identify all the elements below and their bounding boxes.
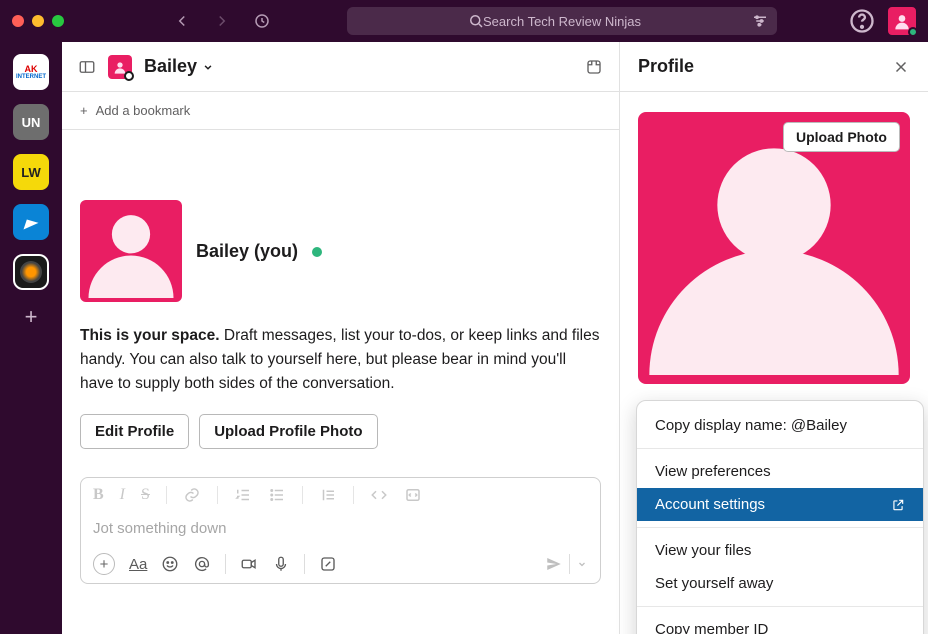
external-link-icon — [891, 498, 905, 512]
bookmarks-bar[interactable]: + Add a bookmark — [62, 92, 619, 130]
menu-account-settings[interactable]: Account settings — [637, 488, 923, 521]
upload-photo-button[interactable]: Upload Photo — [783, 122, 900, 152]
mic-icon[interactable] — [272, 555, 290, 573]
blockquote-icon[interactable] — [319, 486, 337, 504]
menu-set-away[interactable]: Set yourself away — [637, 567, 923, 600]
format-toggle-icon[interactable]: Aa — [129, 556, 147, 573]
profile-photo: Upload Photo — [638, 112, 910, 384]
help-button[interactable] — [848, 7, 876, 35]
status-active-icon — [312, 247, 322, 257]
titlebar: Search Tech Review Ninjas — [0, 0, 928, 42]
profile-pane: Profile Upload Photo Copy display name: … — [620, 42, 928, 634]
strike-icon[interactable]: S — [141, 486, 150, 504]
italic-icon[interactable]: I — [120, 486, 125, 504]
workspace-item-1[interactable]: AKINTERNET — [13, 54, 49, 90]
workspace-rail: AKINTERNET UN LW + — [0, 42, 62, 634]
attach-button[interactable]: + — [93, 553, 115, 575]
message-composer: B I S — [80, 477, 601, 584]
menu-view-files[interactable]: View your files — [637, 534, 923, 567]
search-input[interactable]: Search Tech Review Ninjas — [347, 7, 777, 35]
add-bookmark-label: Add a bookmark — [96, 103, 191, 118]
workspace-item-5-active[interactable] — [13, 254, 49, 290]
history-button[interactable] — [248, 7, 276, 35]
filter-icon[interactable] — [751, 12, 769, 30]
code-icon[interactable] — [370, 486, 388, 504]
upload-profile-photo-button[interactable]: Upload Profile Photo — [199, 414, 377, 449]
workspace-item-3[interactable]: LW — [13, 154, 49, 190]
menu-copy-display-name[interactable]: Copy display name: @Bailey — [637, 409, 923, 442]
plus-icon: + — [80, 103, 88, 118]
history-forward-button[interactable] — [208, 7, 236, 35]
workspace-item-4[interactable] — [13, 204, 49, 240]
user-avatar[interactable] — [888, 7, 916, 35]
channel-name-label: Bailey — [144, 56, 197, 77]
add-workspace-button[interactable]: + — [25, 304, 38, 330]
chat-pane: Bailey + Add a bookmark — [62, 42, 620, 634]
profile-title: Profile — [638, 56, 694, 77]
minimize-window-button[interactable] — [32, 15, 44, 27]
send-options-chevron-icon[interactable] — [576, 558, 588, 570]
canvas-icon[interactable] — [585, 58, 603, 76]
profile-context-menu: Copy display name: @Bailey View preferen… — [636, 400, 924, 634]
self-name-label: Bailey (you) — [196, 241, 298, 261]
chevron-down-icon — [201, 60, 215, 74]
dm-avatar-icon — [108, 55, 132, 79]
send-icon[interactable] — [545, 555, 563, 573]
codeblock-icon[interactable] — [404, 486, 422, 504]
edit-profile-button[interactable]: Edit Profile — [80, 414, 189, 449]
self-large-avatar — [80, 200, 182, 302]
close-window-button[interactable] — [12, 15, 24, 27]
intro-text: This is your space. Draft messages, list… — [80, 324, 601, 396]
link-icon[interactable] — [183, 486, 201, 504]
composer-input[interactable] — [81, 512, 600, 545]
workspace-item-2[interactable]: UN — [13, 104, 49, 140]
emoji-icon[interactable] — [161, 555, 179, 573]
mention-icon[interactable] — [193, 555, 211, 573]
window-controls — [12, 15, 64, 27]
close-profile-button[interactable] — [892, 58, 910, 76]
shortcut-icon[interactable] — [319, 555, 337, 573]
video-icon[interactable] — [240, 555, 258, 573]
ordered-list-icon[interactable] — [234, 486, 252, 504]
bullet-list-icon[interactable] — [268, 486, 286, 504]
search-icon — [467, 12, 485, 30]
maximize-window-button[interactable] — [52, 15, 64, 27]
search-placeholder: Search Tech Review Ninjas — [483, 14, 641, 29]
menu-copy-member-id[interactable]: Copy member ID — [637, 613, 923, 634]
channel-name-button[interactable]: Bailey — [144, 56, 215, 77]
sidebar-toggle-icon[interactable] — [78, 58, 96, 76]
menu-view-preferences[interactable]: View preferences — [637, 455, 923, 488]
status-active-icon — [908, 27, 918, 37]
bold-icon[interactable]: B — [93, 486, 104, 504]
history-back-button[interactable] — [168, 7, 196, 35]
